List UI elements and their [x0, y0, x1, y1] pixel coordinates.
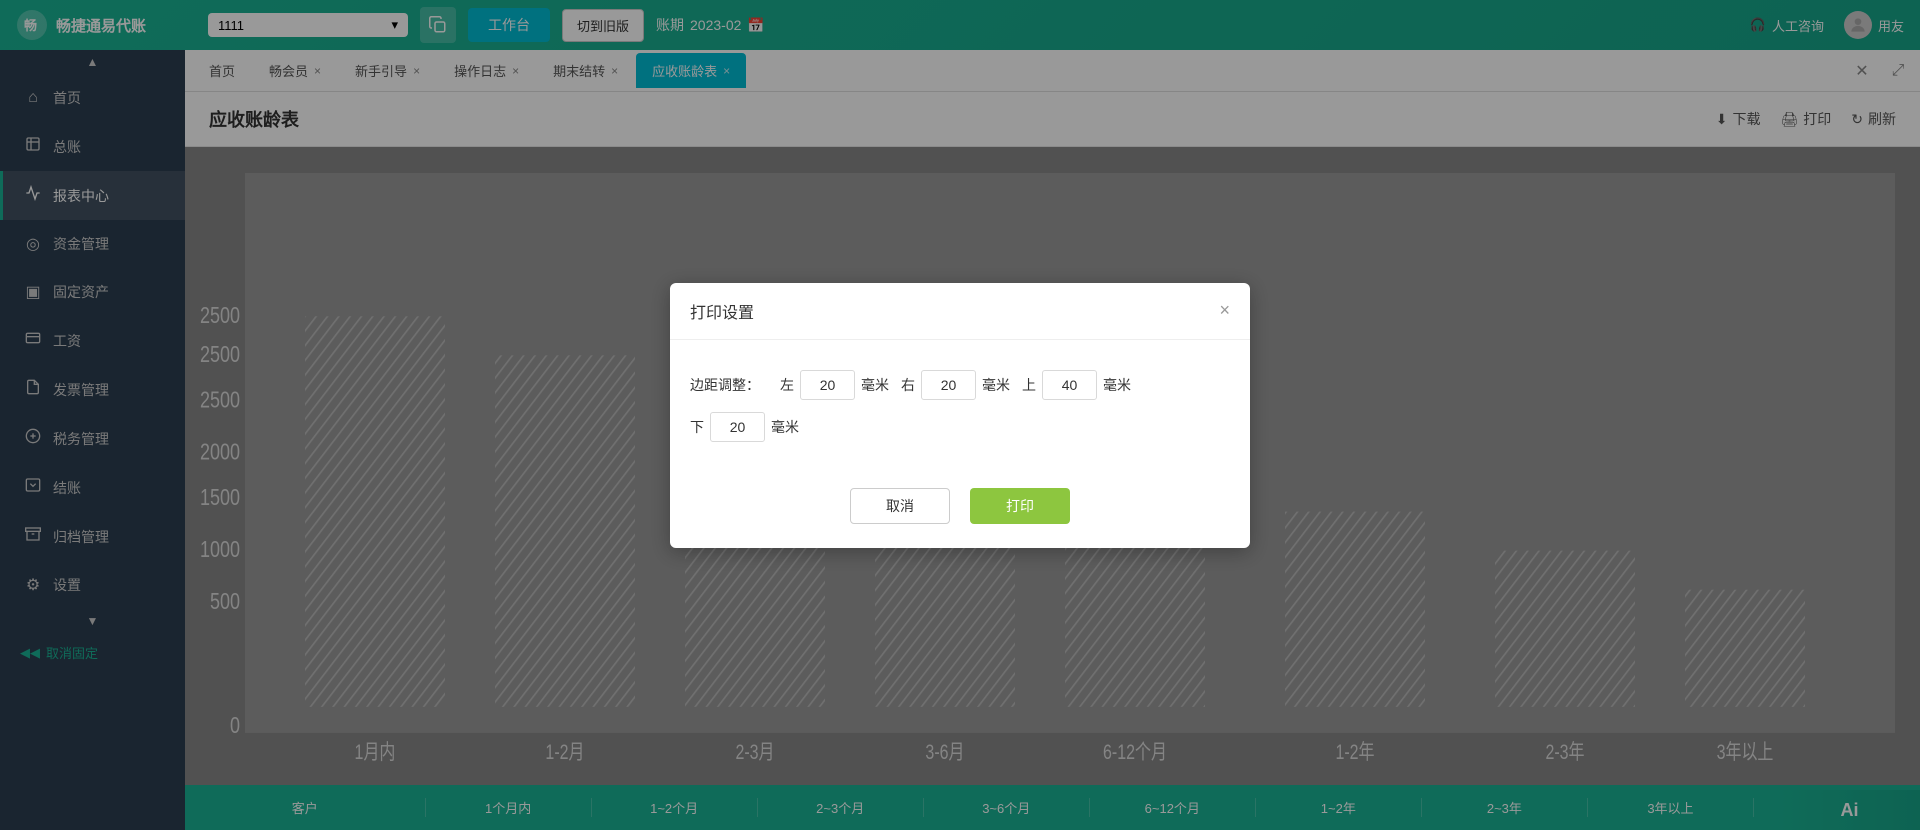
modal-overlay: 打印设置 × 边距调整： 左 毫米 右 毫米 上 毫米 [0, 0, 1920, 830]
right-unit: 毫米 [982, 375, 1010, 395]
modal-header: 打印设置 × [670, 283, 1250, 340]
modal-close-button[interactable]: × [1219, 300, 1230, 321]
margin-bottom-input[interactable] [710, 412, 765, 442]
modal-footer: 取消 打印 [670, 472, 1250, 548]
top-label: 上 [1022, 375, 1036, 395]
left-label: 左 [780, 375, 794, 395]
confirm-print-button[interactable]: 打印 [970, 488, 1070, 524]
bottom-label: 下 [690, 417, 704, 437]
top-unit: 毫米 [1103, 375, 1131, 395]
margin-right-group: 右 毫米 [901, 370, 1010, 400]
margin-left-input[interactable] [800, 370, 855, 400]
left-unit: 毫米 [861, 375, 889, 395]
cancel-button[interactable]: 取消 [850, 488, 950, 524]
margin-label: 边距调整： [690, 375, 760, 395]
margin-top-input[interactable] [1042, 370, 1097, 400]
print-settings-modal: 打印设置 × 边距调整： 左 毫米 右 毫米 上 毫米 [670, 283, 1250, 548]
bottom-unit: 毫米 [771, 417, 799, 437]
modal-body: 边距调整： 左 毫米 右 毫米 上 毫米 下 [670, 340, 1250, 472]
margin-bottom-group: 下 毫米 [690, 412, 799, 442]
modal-title: 打印设置 [690, 299, 754, 323]
margin-right-input[interactable] [921, 370, 976, 400]
right-label: 右 [901, 375, 915, 395]
margin-row: 边距调整： 左 毫米 右 毫米 上 毫米 下 [690, 370, 1230, 442]
margin-top-group: 上 毫米 [1022, 370, 1131, 400]
margin-left-group: 左 毫米 [780, 370, 889, 400]
